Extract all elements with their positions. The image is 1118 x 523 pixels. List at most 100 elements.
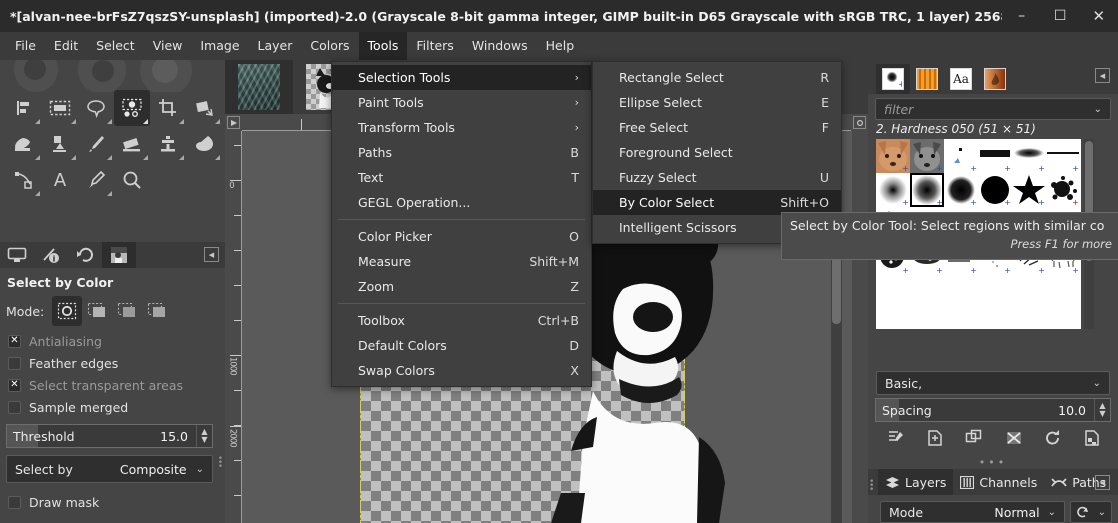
align-tool-icon[interactable] <box>6 90 42 126</box>
brush-tag-combo[interactable]: Basic, ⌄ <box>876 371 1110 395</box>
dock-resize-grip[interactable]: • • • <box>218 455 223 472</box>
tab-fonts[interactable]: Aa <box>944 64 978 94</box>
menu-view[interactable]: View <box>144 32 192 60</box>
minimize-button[interactable]: – <box>1002 0 1041 32</box>
layer-mode-combo[interactable]: Mode Normal ⌄ <box>880 501 1065 523</box>
select-by-combo[interactable]: Select by Composite ⌄ <box>6 455 213 483</box>
menu-paths[interactable]: Paths B <box>332 140 591 165</box>
tab-images[interactable] <box>102 242 136 268</box>
brush-item[interactable]: + <box>978 173 1012 207</box>
tab-undo-history[interactable] <box>68 242 102 268</box>
tab-layers[interactable]: Layers <box>878 469 954 495</box>
tab-brushes[interactable]: + <box>876 64 910 94</box>
edit-brush-icon[interactable] <box>887 429 905 450</box>
feather-edges-checkbox[interactable] <box>8 356 21 370</box>
tab-channels[interactable]: Channels <box>953 469 1044 495</box>
menu-transform-tools[interactable]: Transform Tools › <box>332 115 591 140</box>
zoom-tool-icon[interactable] <box>114 162 150 198</box>
tool-options-menu-button[interactable]: ◀ <box>204 247 219 262</box>
rectangle-select-tool-icon[interactable] <box>42 90 78 126</box>
menu-measure[interactable]: Measure Shift+M <box>332 249 591 274</box>
brush-item[interactable]: + <box>910 139 944 173</box>
brushes-dock-menu-button[interactable]: ◀ <box>1095 68 1110 83</box>
delete-brush-icon[interactable] <box>1005 429 1023 450</box>
menu-zoom[interactable]: Zoom Z <box>332 274 591 299</box>
paintbrush-tool-icon[interactable] <box>78 126 114 162</box>
layers-dock-menu-button[interactable]: ◀ <box>1095 475 1110 490</box>
select-transparent-areas-checkbox[interactable]: ✕ <box>8 378 21 392</box>
mode-subtract-button[interactable] <box>112 296 142 326</box>
free-select-tool-icon[interactable] <box>78 90 114 126</box>
navigation-preview-button[interactable] <box>851 114 868 131</box>
brush-item-selected[interactable]: + <box>910 173 944 207</box>
menu-colors[interactable]: Colors <box>301 32 358 60</box>
spacing-slider[interactable]: Spacing 10.0 ▲ ▼ <box>875 398 1111 422</box>
mode-add-button[interactable] <box>82 296 112 326</box>
menu-paint-tools[interactable]: Paint Tools › <box>332 90 591 115</box>
brush-item[interactable]: + <box>1046 139 1080 173</box>
right-dock-resize-grip[interactable]: • • • <box>869 478 874 495</box>
submenu-free-select[interactable]: Free Select F <box>593 115 841 140</box>
antialiasing-row[interactable]: ✕ Antialiasing <box>6 330 213 352</box>
brush-item[interactable]: + <box>1012 139 1046 173</box>
brush-item[interactable]: + <box>944 173 978 207</box>
transform-tool-icon[interactable] <box>186 90 222 126</box>
eraser-tool-icon[interactable] <box>114 126 150 162</box>
feather-edges-row[interactable]: Feather edges <box>6 352 213 374</box>
draw-mask-checkbox[interactable] <box>8 495 21 509</box>
threshold-slider[interactable]: Threshold 15.0 ▲ ▼ <box>6 424 213 448</box>
threshold-stepper[interactable]: ▲ ▼ <box>196 425 212 447</box>
menu-selection-tools[interactable]: Selection Tools › <box>332 65 591 90</box>
menu-layer[interactable]: Layer <box>249 32 302 60</box>
menu-toolbox[interactable]: Toolbox Ctrl+B <box>332 308 591 333</box>
tab-patterns[interactable] <box>910 64 944 94</box>
smudge-tool-icon[interactable] <box>186 126 222 162</box>
tab-gradients[interactable] <box>978 64 1012 94</box>
tab-device-status[interactable]: i <box>34 242 68 268</box>
menu-text[interactable]: Text T <box>332 165 591 190</box>
menu-windows[interactable]: Windows <box>463 32 537 60</box>
bucket-fill-tool-icon[interactable] <box>6 126 42 162</box>
menu-file[interactable]: File <box>6 32 45 60</box>
brush-item[interactable]: + <box>944 139 978 173</box>
by-color-select-tool-icon[interactable] <box>114 90 150 126</box>
sample-merged-row[interactable]: Sample merged <box>6 396 213 418</box>
menu-edit[interactable]: Edit <box>45 32 87 60</box>
color-picker-tool-icon[interactable] <box>78 162 114 198</box>
refresh-brushes-icon[interactable] <box>1044 429 1062 450</box>
new-brush-icon[interactable] <box>926 429 944 450</box>
clone-tool-icon[interactable] <box>150 126 186 162</box>
brush-item[interactable]: + <box>1046 173 1080 207</box>
spacing-stepper[interactable]: ▲ ▼ <box>1094 399 1110 421</box>
tab-tool-options[interactable] <box>0 242 34 268</box>
mode-replace-button[interactable] <box>52 296 83 326</box>
menu-filters[interactable]: Filters <box>407 32 462 60</box>
submenu-fuzzy-select[interactable]: Fuzzy Select U <box>593 165 841 190</box>
maximize-button[interactable]: ☐ <box>1041 0 1080 32</box>
gradient-tool-icon[interactable] <box>42 126 78 162</box>
duplicate-brush-icon[interactable] <box>965 429 983 450</box>
close-button[interactable]: ✕ <box>1079 0 1118 32</box>
submenu-rectangle-select[interactable]: Rectangle Select R <box>593 65 841 90</box>
draw-mask-row[interactable]: Draw mask <box>6 491 213 513</box>
menu-color-picker[interactable]: Color Picker O <box>332 224 591 249</box>
submenu-ellipse-select[interactable]: Ellipse Select E <box>593 90 841 115</box>
menu-select[interactable]: Select <box>87 32 144 60</box>
antialiasing-checkbox[interactable]: ✕ <box>8 334 21 348</box>
menu-default-colors[interactable]: Default Colors D <box>332 333 591 358</box>
chevron-down-icon[interactable]: ⌄ <box>1094 104 1102 115</box>
crop-tool-icon[interactable] <box>150 90 186 126</box>
mode-intersect-button[interactable] <box>142 296 172 326</box>
menu-help[interactable]: Help <box>537 32 584 60</box>
menu-gegl-operation[interactable]: GEGL Operation... <box>332 190 591 215</box>
paths-tool-icon[interactable] <box>6 162 42 198</box>
brush-item[interactable]: + <box>978 139 1012 173</box>
layer-mode-options-button[interactable]: ⌄ <box>1070 501 1112 523</box>
ruler-origin-button[interactable] <box>225 114 242 131</box>
menu-tools[interactable]: Tools <box>358 32 408 60</box>
open-brush-as-image-icon[interactable] <box>1083 429 1101 450</box>
brush-filter-input[interactable]: filter ⌄ <box>875 98 1111 120</box>
brush-item[interactable]: + <box>1012 173 1046 207</box>
vertical-ruler[interactable]: 0 1000 2000 <box>225 131 242 523</box>
submenu-foreground-select[interactable]: Foreground Select <box>593 140 841 165</box>
